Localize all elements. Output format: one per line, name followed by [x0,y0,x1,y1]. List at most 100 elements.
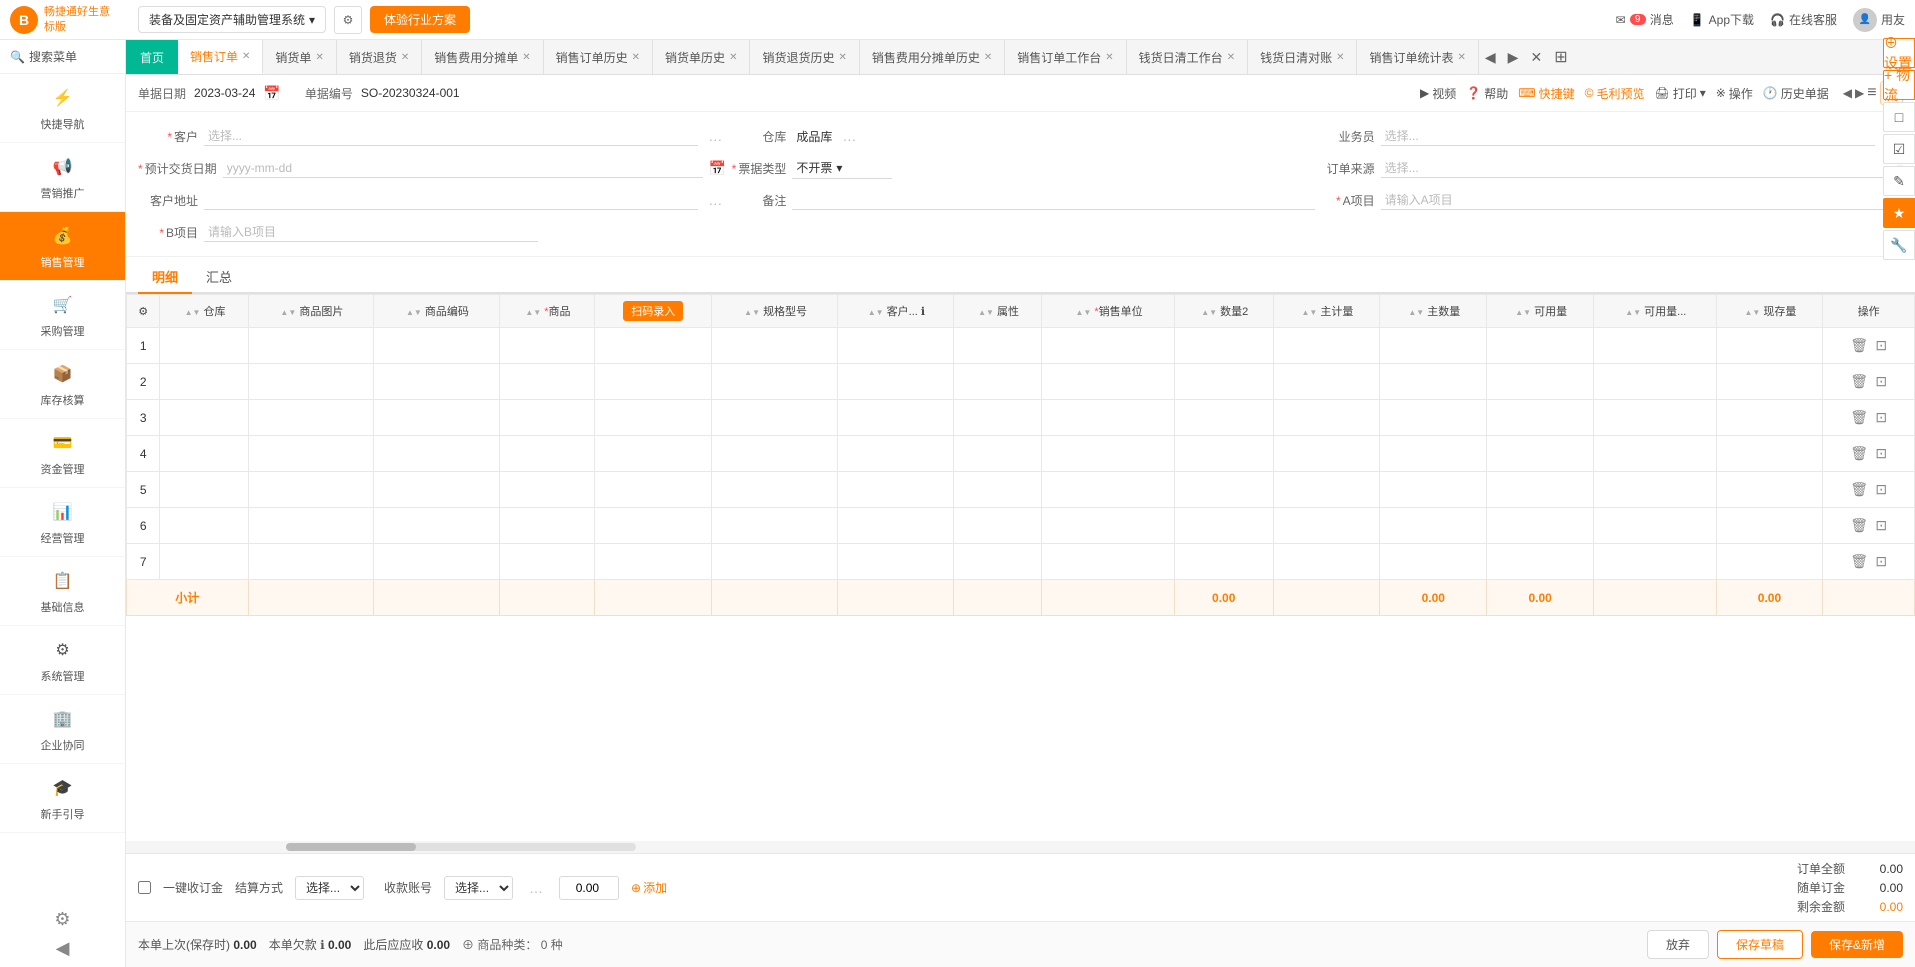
row-attribute[interactable] [953,436,1041,472]
row-main-qty[interactable] [1380,364,1487,400]
copy-icon[interactable]: ⊡ [1875,481,1887,497]
rfp-btn4[interactable]: ★ [1883,198,1915,228]
row-avail-qty[interactable] [1487,544,1594,580]
sidebar-item-system[interactable]: ⚙ 系统管理 [0,626,125,695]
row-main-qty[interactable] [1380,472,1487,508]
row-avail-qty[interactable] [1487,436,1594,472]
view-link[interactable]: ▶ 视频 [1420,85,1456,102]
tab-sales-summary[interactable]: 销售订单统计表 ✕ [1357,40,1478,74]
row-avail-qty2[interactable] [1594,544,1716,580]
row-warehouse[interactable] [160,472,248,508]
row-qty2[interactable] [1174,472,1273,508]
row-current-stock[interactable] [1716,436,1823,472]
delete-icon[interactable]: 🗑 [1850,553,1868,569]
help-link[interactable]: ❓ 帮助 [1466,85,1508,102]
row-spec[interactable] [712,508,838,544]
row-spec[interactable] [712,328,838,364]
row-current-stock[interactable] [1716,544,1823,580]
row-attribute[interactable] [953,400,1041,436]
b-project-input[interactable] [204,223,538,242]
tab-detail[interactable]: 明细 [138,261,192,294]
sidebar-settings-icon[interactable]: ⚙ [54,909,70,930]
row-main-unit[interactable] [1273,400,1380,436]
sidebar-item-inventory[interactable]: 📦 库存核算 [0,350,125,419]
delete-icon[interactable]: 🗑 [1850,481,1868,497]
search-menu-button[interactable]: 🔍 搜索菜单 [0,40,125,74]
customer-dots-icon[interactable]: … [704,128,726,144]
row-sales-unit[interactable] [1042,400,1175,436]
account-select[interactable]: 选择... [444,876,513,900]
row-product[interactable] [499,544,594,580]
sidebar-item-sales[interactable]: 💰 销售管理 [0,212,125,281]
next-record-icon[interactable]: ▶ [1855,86,1864,100]
rfp-btn5[interactable]: 🔧 [1883,230,1915,260]
delete-icon[interactable]: 🗑 [1850,517,1868,533]
row-product-code[interactable] [374,544,500,580]
tab-close-icon[interactable]: ✕ [522,52,530,63]
row-main-qty[interactable] [1380,400,1487,436]
row-main-unit[interactable] [1273,544,1380,580]
row-avail-qty2[interactable] [1594,508,1716,544]
row-product[interactable] [499,364,594,400]
row-warehouse[interactable] [160,544,248,580]
customer-address-input[interactable] [204,191,698,210]
row-current-stock[interactable] [1716,364,1823,400]
row-warehouse[interactable] [160,400,248,436]
tab-sales-single-history[interactable]: 销货单历史 ✕ [653,40,750,74]
history-link[interactable]: 🕐 历史单据 [1763,85,1829,102]
horizontal-scrollbar[interactable] [286,843,636,851]
tab-sales-single[interactable]: 销货单 ✕ [263,40,336,74]
scrollbar-thumb[interactable] [286,843,416,851]
settings-gear-icon[interactable]: ⚙ [334,6,362,34]
row-main-unit[interactable] [1273,508,1380,544]
print-link[interactable]: 🖨 打印 ▾ [1654,85,1705,102]
customer-code-info-icon[interactable]: ℹ [921,306,925,318]
row-product[interactable] [499,436,594,472]
tab-expand-button[interactable]: ⊞ [1548,40,1573,74]
row-avail-qty2[interactable] [1594,436,1716,472]
row-avail-qty2[interactable] [1594,328,1716,364]
row-product-img[interactable] [248,508,374,544]
sidebar-item-purchase[interactable]: 🛒 采购管理 [0,281,125,350]
sidebar-item-marketing[interactable]: 📢 营销推广 [0,143,125,212]
row-main-qty[interactable] [1380,508,1487,544]
user-avatar[interactable]: 👤 用友 [1853,8,1905,32]
row-warehouse[interactable] [160,328,248,364]
salesperson-input[interactable] [1381,127,1875,146]
row-avail-qty[interactable] [1487,472,1594,508]
row-product-code[interactable] [374,508,500,544]
row-current-stock[interactable] [1716,472,1823,508]
sidebar-item-operations[interactable]: 📊 经营管理 [0,488,125,557]
a-project-input[interactable] [1381,191,1903,210]
row-product[interactable] [499,328,594,364]
row-customer-code[interactable] [837,472,953,508]
row-qty2[interactable] [1174,508,1273,544]
account-dots-icon[interactable]: … [525,880,547,896]
abandon-button[interactable]: 放弃 [1647,930,1709,959]
rfp-btn2[interactable]: ☑ [1883,134,1915,164]
copy-icon[interactable]: ⊡ [1875,517,1887,533]
tab-prev-button[interactable]: ◀ [1479,40,1502,74]
row-attribute[interactable] [953,508,1041,544]
row-product-img[interactable] [248,472,374,508]
row-product-code[interactable] [374,364,500,400]
current-order-info-icon[interactable]: ℹ [320,938,325,952]
row-spec[interactable] [712,364,838,400]
sidebar-collapse-icon[interactable]: ◀ [56,938,70,959]
row-qty2[interactable] [1174,436,1273,472]
row-main-unit[interactable] [1273,472,1380,508]
prev-record-icon[interactable]: ◀ [1843,86,1852,100]
row-sales-unit[interactable] [1042,328,1175,364]
delete-icon[interactable]: 🗑 [1850,373,1868,389]
tab-sales-fee-split[interactable]: 销售费用分摊单 ✕ [422,40,543,74]
row-product-code[interactable] [374,328,500,364]
system-selector[interactable]: 装备及固定资产辅助管理系统 ▾ [138,6,326,33]
tab-close-icon[interactable]: ✕ [1105,52,1113,63]
delete-icon[interactable]: 🗑 [1850,445,1868,461]
tab-close-icon[interactable]: ✕ [632,52,640,63]
copy-icon[interactable]: ⊡ [1875,445,1887,461]
row-product-img[interactable] [248,436,374,472]
row-attribute[interactable] [953,328,1041,364]
warehouse-dots-icon[interactable]: … [838,128,860,144]
row-current-stock[interactable] [1716,508,1823,544]
